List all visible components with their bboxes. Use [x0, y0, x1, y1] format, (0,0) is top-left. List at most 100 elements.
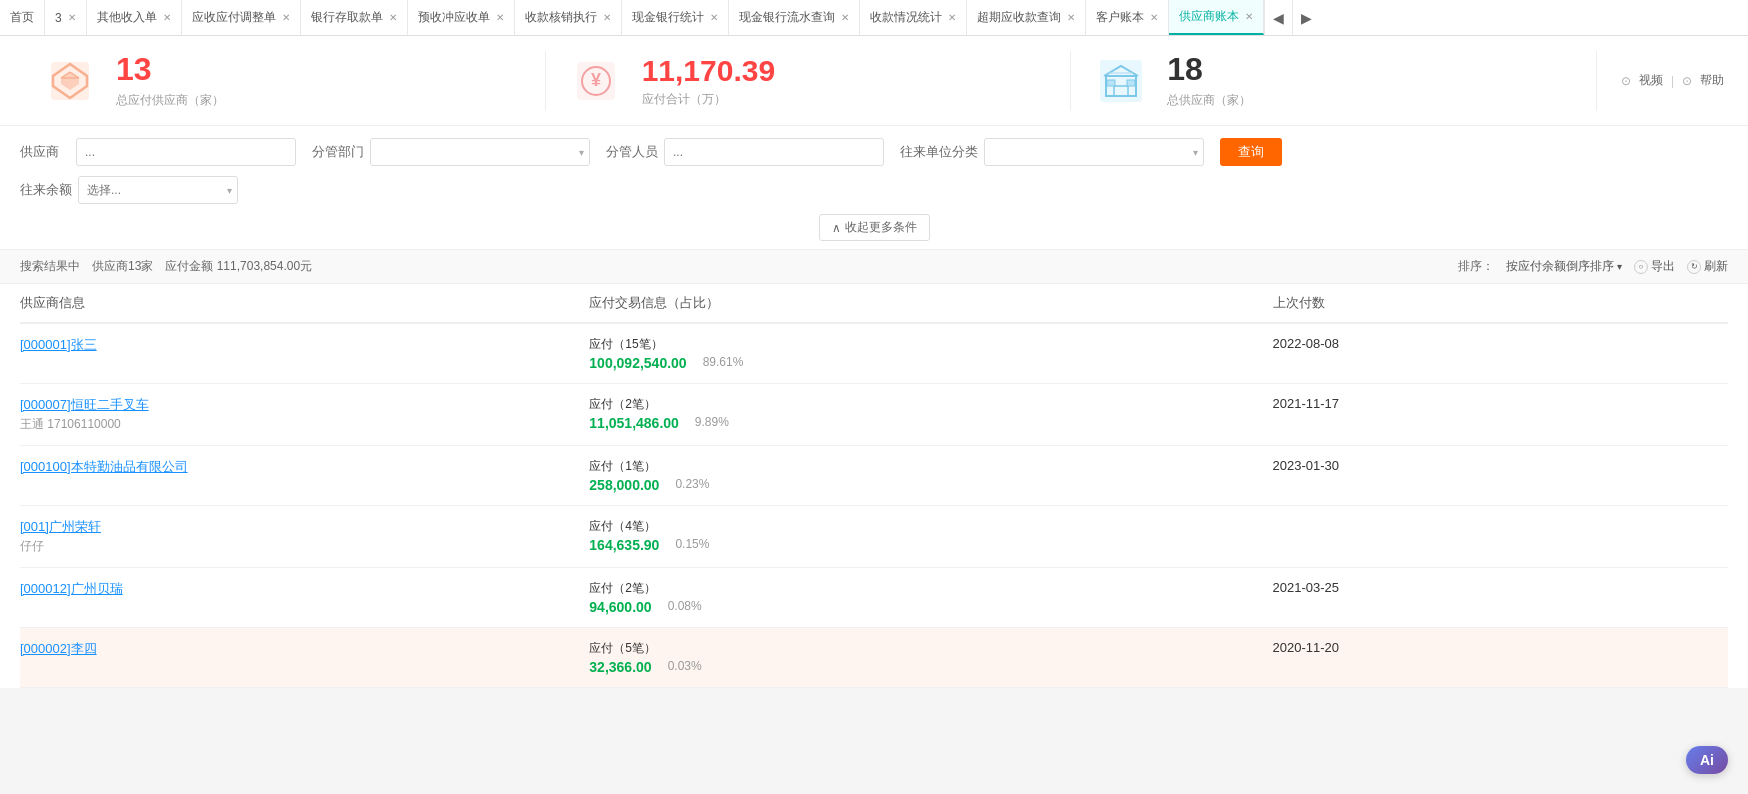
nav-tab-receipt-stat[interactable]: 收款情况统计 ✕: [860, 0, 967, 35]
dept-filter-input[interactable]: [370, 138, 590, 166]
nav-tab-cash-bank-stat[interactable]: 现金银行统计 ✕: [622, 0, 729, 35]
transaction-cell-000002: 应付（5笔） 32,366.00 0.03%: [589, 640, 1272, 675]
query-button[interactable]: 查询: [1220, 138, 1282, 166]
nav-tab-cash-bank-flow-label: 现金银行流水查询: [739, 9, 835, 26]
transaction-amount-000100[interactable]: 258,000.00: [589, 477, 659, 493]
transaction-row-000100: 258,000.00 0.23%: [589, 475, 1272, 493]
transaction-amount-000012[interactable]: 94,600.00: [589, 599, 651, 615]
supplier-name-000100[interactable]: [000100]本特勤油品有限公司: [20, 458, 589, 476]
result-bar-left: 搜索结果中 供应商13家 应付金额 111,703,854.00元: [20, 258, 312, 275]
nav-tab-supplier-book[interactable]: 供应商账本 ✕: [1169, 0, 1264, 35]
nav-tab-other-income[interactable]: 其他收入单 ✕: [87, 0, 182, 35]
last-pay-date-000012: 2021-03-25: [1273, 580, 1340, 595]
transaction-row-000001: 100,092,540.00 89.61%: [589, 353, 1272, 371]
supplier-cell-001: [001]广州荣轩 仔仔: [20, 518, 589, 555]
collapse-row: ∧ 收起更多条件: [20, 214, 1728, 241]
collapse-up-icon: ∧: [832, 221, 841, 235]
transaction-amount-000002[interactable]: 32,366.00: [589, 659, 651, 675]
export-button[interactable]: ○ 导出: [1634, 258, 1675, 275]
result-bar-right: 排序： 按应付余额倒序排序 ▾ ○ 导出 ↻ 刷新: [1458, 258, 1728, 275]
transaction-amount-000007[interactable]: 11,051,486.00: [589, 415, 679, 431]
nav-tab-receipt-stat-close[interactable]: ✕: [948, 12, 956, 23]
sort-selector[interactable]: 按应付余额倒序排序 ▾: [1506, 258, 1622, 275]
nav-tab-customer-book[interactable]: 客户账本 ✕: [1086, 0, 1169, 35]
last-pay-date-000001: 2022-08-08: [1273, 336, 1340, 351]
supplier-sub-000007: 王通 17106110000: [20, 416, 589, 433]
nav-tab-ar-ap-adjust-close[interactable]: ✕: [282, 12, 290, 23]
collapse-button[interactable]: ∧ 收起更多条件: [819, 214, 930, 241]
balance-filter-input[interactable]: [78, 176, 238, 204]
refresh-button[interactable]: ↻ 刷新: [1687, 258, 1728, 275]
transaction-cell-000100: 应付（1笔） 258,000.00 0.23%: [589, 458, 1272, 493]
table-row: [000002]李四 应付（5笔） 32,366.00 0.03% 2020-1…: [20, 628, 1728, 688]
supplier-count-text: 供应商13家: [92, 258, 153, 275]
transaction-amount-000001[interactable]: 100,092,540.00: [589, 355, 686, 371]
nav-next-arrow[interactable]: ▶: [1292, 0, 1320, 35]
last-pay-cell-000002: 2020-11-20: [1273, 640, 1728, 655]
transaction-cell-000001: 应付（15笔） 100,092,540.00 89.61%: [589, 336, 1272, 371]
supplier-cell-000001: [000001]张三: [20, 336, 589, 354]
ap-amount-label: 应付合计（万）: [642, 91, 775, 108]
supplier-filter-input[interactable]: [76, 138, 296, 166]
top-navigation: 首页 3 ✕ 其他收入单 ✕ 应收应付调整单 ✕ 银行存取款单 ✕ 预收冲应收单…: [0, 0, 1748, 36]
nav-tab-customer-book-close[interactable]: ✕: [1150, 12, 1158, 23]
transaction-cell-000012: 应付（2笔） 94,600.00 0.08%: [589, 580, 1272, 615]
nav-tab-other-income-close[interactable]: ✕: [163, 12, 171, 23]
ap-suppliers-number: 13: [116, 52, 224, 87]
nav-tab-receipt-verify-close[interactable]: ✕: [603, 12, 611, 23]
person-filter-input[interactable]: [664, 138, 884, 166]
ap-amount-info: 11,170.39 应付合计（万）: [642, 54, 775, 108]
nav-tab-cash-bank-stat-close[interactable]: ✕: [710, 12, 718, 23]
filter-area: 供应商 分管部门 ▾ 分管人员 往来单位分类 ▾ 查询: [0, 126, 1748, 250]
nav-tab-bank-deposit-close[interactable]: ✕: [389, 12, 397, 23]
filter-supplier: 供应商: [20, 138, 296, 166]
export-label: 导出: [1651, 258, 1675, 275]
transaction-label-000002: 应付（5笔）: [589, 640, 1272, 657]
transaction-percent-000100: 0.23%: [675, 477, 709, 491]
refresh-icon: ↻: [1687, 260, 1701, 274]
nav-prev-arrow[interactable]: ◀: [1264, 0, 1292, 35]
nav-tab-home[interactable]: 首页: [0, 0, 45, 35]
total-suppliers-number: 18: [1167, 52, 1251, 87]
help-link[interactable]: 帮助: [1700, 72, 1724, 89]
nav-tab-prepay-ar-close[interactable]: ✕: [496, 12, 504, 23]
category-filter-input[interactable]: [984, 138, 1204, 166]
transaction-label-000001: 应付（15笔）: [589, 336, 1272, 353]
nav-tab-overdue-ar[interactable]: 超期应收款查询 ✕: [967, 0, 1086, 35]
nav-tab-3-close[interactable]: ✕: [68, 12, 76, 23]
transaction-amount-001[interactable]: 164,635.90: [589, 537, 659, 553]
supplier-name-001[interactable]: [001]广州荣轩: [20, 518, 589, 536]
nav-tab-bank-deposit[interactable]: 银行存取款单 ✕: [301, 0, 408, 35]
col-header-transaction: 应付交易信息（占比）: [589, 294, 1272, 312]
nav-tab-bank-deposit-label: 银行存取款单: [311, 9, 383, 26]
supplier-name-000012[interactable]: [000012]广州贝瑞: [20, 580, 589, 598]
nav-tab-ar-ap-adjust[interactable]: 应收应付调整单 ✕: [182, 0, 301, 35]
balance-select-wrap: ▾: [78, 176, 238, 204]
supplier-name-000007[interactable]: [000007]恒旺二手叉车: [20, 396, 589, 414]
balance-filter-label: 往来余额: [20, 181, 72, 199]
nav-tab-supplier-book-close[interactable]: ✕: [1245, 11, 1253, 22]
filter-row-2: 往来余额 ▾: [20, 176, 1728, 204]
total-suppliers-label: 总供应商（家）: [1167, 92, 1251, 109]
nav-tab-cash-bank-flow[interactable]: 现金银行流水查询 ✕: [729, 0, 860, 35]
supplier-name-000002[interactable]: [000002]李四: [20, 640, 589, 658]
col-header-supplier: 供应商信息: [20, 294, 589, 312]
nav-tab-receipt-verify[interactable]: 收款核销执行 ✕: [515, 0, 622, 35]
ai-badge[interactable]: Ai: [1686, 746, 1728, 774]
supplier-name-000001[interactable]: [000001]张三: [20, 336, 589, 354]
transaction-label-001: 应付（4笔）: [589, 518, 1272, 535]
nav-tab-cash-bank-flow-close[interactable]: ✕: [841, 12, 849, 23]
video-link[interactable]: 视频: [1639, 72, 1663, 89]
nav-tab-3[interactable]: 3 ✕: [45, 0, 87, 35]
nav-tab-customer-book-label: 客户账本: [1096, 9, 1144, 26]
category-select-wrap: ▾: [984, 138, 1204, 166]
col-header-last-pay: 上次付数: [1273, 294, 1728, 312]
supplier-sub-001: 仔仔: [20, 538, 589, 555]
nav-tab-overdue-ar-label: 超期应收款查询: [977, 9, 1061, 26]
transaction-label-000100: 应付（1笔）: [589, 458, 1272, 475]
supplier-cell-000100: [000100]本特勤油品有限公司: [20, 458, 589, 476]
nav-tab-prepay-ar[interactable]: 预收冲应收单 ✕: [408, 0, 515, 35]
supplier-cell-000012: [000012]广州贝瑞: [20, 580, 589, 598]
nav-tab-overdue-ar-close[interactable]: ✕: [1067, 12, 1075, 23]
nav-tab-home-label: 首页: [10, 9, 34, 26]
